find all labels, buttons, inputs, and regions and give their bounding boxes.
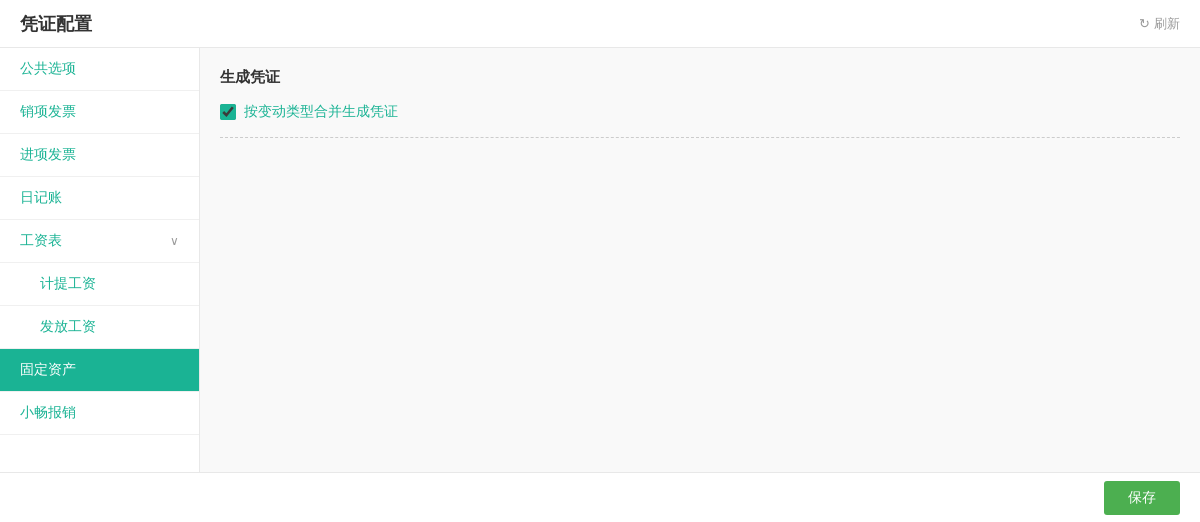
refresh-label: 刷新	[1154, 15, 1180, 33]
sidebar: 公共选项销项发票进项发票日记账工资表 ∨ 计提工资发放工资固定资产小畅报销	[0, 48, 200, 472]
sidebar-item-expense-report[interactable]: 小畅报销	[0, 392, 199, 435]
sidebar-item-fixed-assets[interactable]: 固定资产	[0, 349, 199, 392]
sidebar-item-purchase-invoice[interactable]: 进项发票	[0, 134, 199, 177]
sidebar-label-purchase-invoice: 进项发票	[20, 146, 76, 164]
refresh-icon: ↻	[1139, 16, 1150, 31]
sidebar-label-sales-invoice: 销项发票	[20, 103, 76, 121]
section-divider	[220, 137, 1180, 138]
chevron-down-icon: ∨	[170, 234, 179, 248]
sidebar-item-public-options[interactable]: 公共选项	[0, 48, 199, 91]
sidebar-label-public-options: 公共选项	[20, 60, 76, 78]
body: 公共选项销项发票进项发票日记账工资表 ∨ 计提工资发放工资固定资产小畅报销 生成凭证…	[0, 48, 1200, 472]
merge-checkbox-label[interactable]: 按变动类型合并生成凭证	[244, 103, 398, 121]
sidebar-label-pay-payroll: 发放工资	[40, 318, 96, 336]
sidebar-item-pay-payroll[interactable]: 发放工资	[0, 306, 199, 349]
footer: 保存	[0, 472, 1200, 522]
main-content: 生成凭证 按变动类型合并生成凭证	[200, 48, 1200, 472]
sidebar-item-calc-payroll[interactable]: 计提工资	[0, 263, 199, 306]
refresh-button[interactable]: ↻ 刷新	[1139, 15, 1180, 33]
sidebar-item-sales-invoice[interactable]: 销项发票	[0, 91, 199, 134]
merge-voucher-row: 按变动类型合并生成凭证	[220, 103, 1180, 121]
merge-checkbox[interactable]	[220, 104, 236, 120]
sidebar-label-journal: 日记账	[20, 189, 62, 207]
sidebar-item-payroll-table[interactable]: 工资表 ∨	[0, 220, 199, 263]
section-title: 生成凭证	[220, 68, 1180, 87]
page-title: 凭证配置	[20, 12, 92, 36]
sidebar-label-expense-report: 小畅报销	[20, 404, 76, 422]
page-wrapper: 凭证配置 ↻ 刷新 公共选项销项发票进项发票日记账工资表 ∨ 计提工资发放工资固定资…	[0, 0, 1200, 522]
sidebar-item-journal[interactable]: 日记账	[0, 177, 199, 220]
save-button[interactable]: 保存	[1104, 481, 1180, 515]
sidebar-label-fixed-assets: 固定资产	[20, 361, 76, 379]
sidebar-label-calc-payroll: 计提工资	[40, 275, 96, 293]
header: 凭证配置 ↻ 刷新	[0, 0, 1200, 48]
sidebar-label-payroll-table: 工资表	[20, 232, 62, 250]
